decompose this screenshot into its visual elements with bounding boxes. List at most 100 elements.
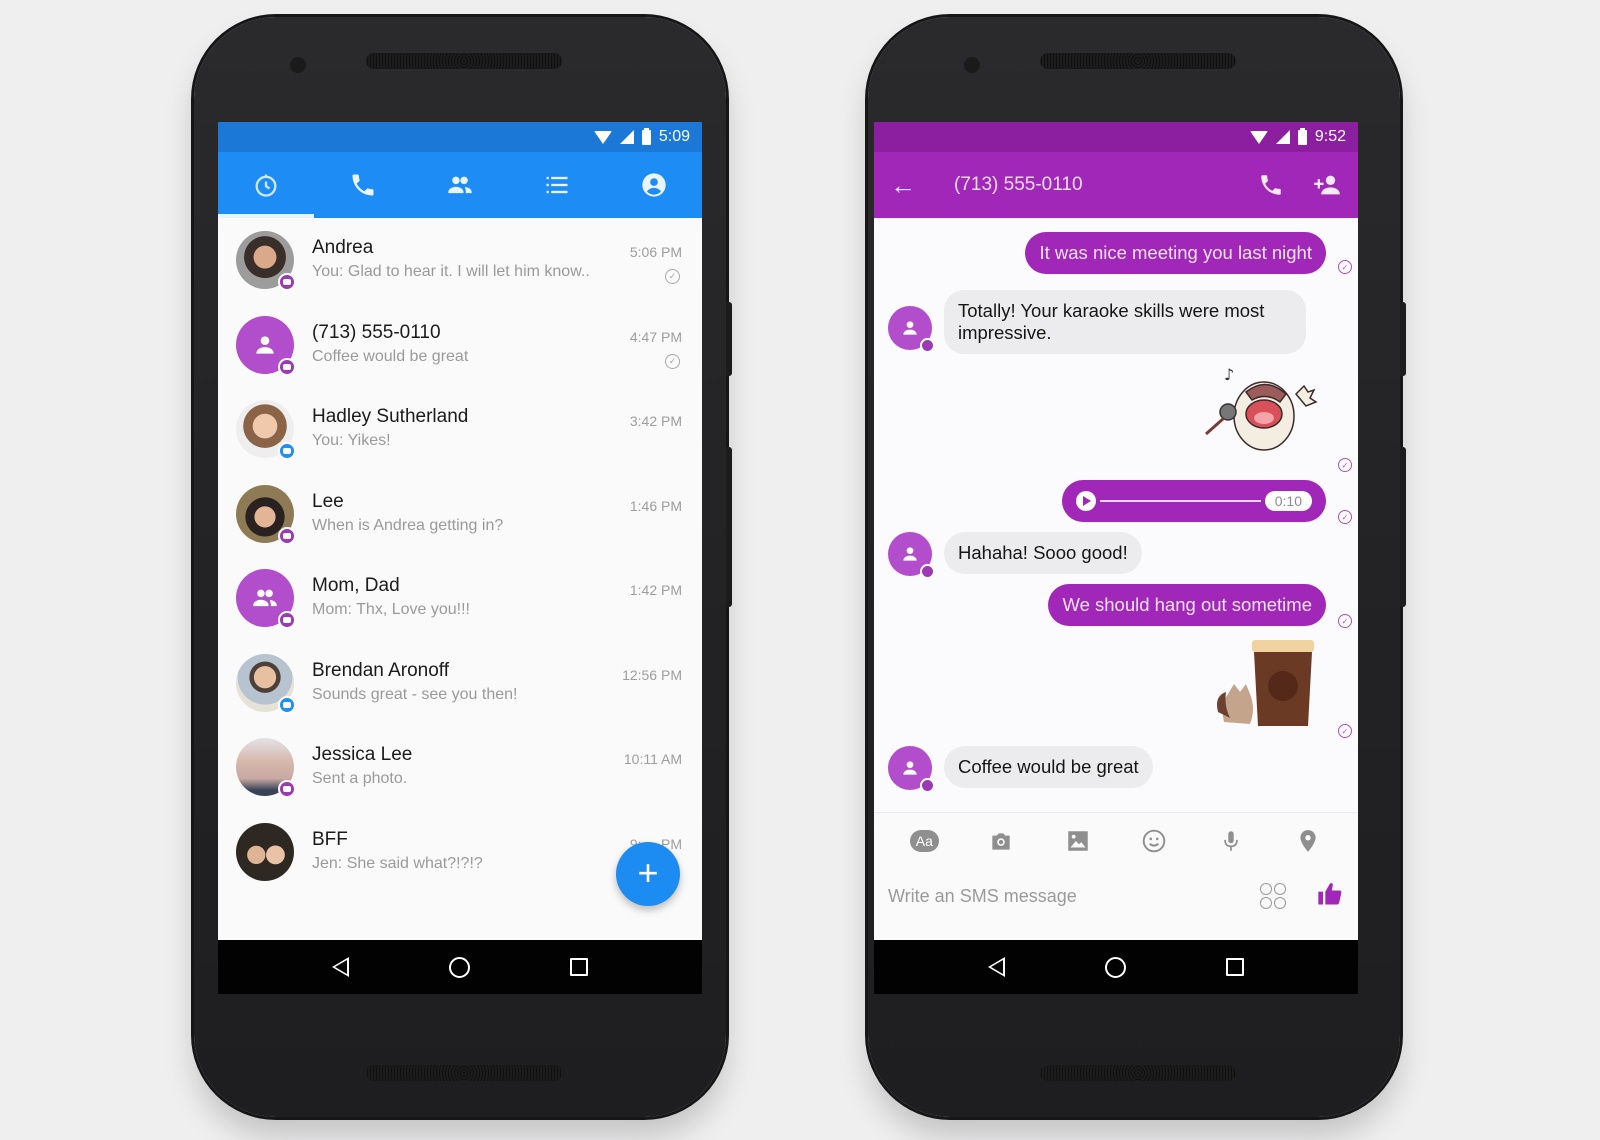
conversation-time: 1:46 PM — [629, 497, 682, 514]
wifi-icon — [1249, 130, 1268, 144]
sms-message-input[interactable] — [888, 885, 1260, 907]
read-receipt-icon: ✓ — [1338, 260, 1352, 274]
conversation-time: 1:42 PM — [629, 582, 682, 598]
status-time: 9:52 — [1314, 128, 1346, 145]
incoming-message: Totally! Your karaoke skills were most i… — [944, 290, 1306, 354]
back-nav-icon[interactable] — [332, 957, 349, 977]
read-receipt-icon: ✓ — [1338, 724, 1352, 738]
conversation-time: 5:06 PM — [629, 244, 682, 260]
incoming-message: Coffee would be great — [944, 746, 1153, 788]
gallery-button[interactable] — [1063, 826, 1093, 856]
call-button[interactable] — [1256, 172, 1286, 198]
read-receipt-icon: ✓ — [665, 353, 680, 369]
home-nav-icon[interactable] — [449, 956, 470, 978]
sticker-picker-button[interactable] — [1260, 883, 1290, 909]
wifi-icon — [593, 130, 612, 144]
contact-avatar — [888, 306, 935, 353]
left-screen: 5:09 Andrea You: Glad to hear it. I will… — [218, 122, 702, 994]
phone-icon — [352, 174, 374, 196]
conversation-snippet: When is Andrea getting in? — [312, 516, 504, 534]
conversation-time: 12:56 PM — [622, 666, 682, 683]
contact-avatar — [888, 532, 935, 579]
add-contact-button[interactable] — [1312, 171, 1342, 199]
incoming-message: Hahaha! Sooo good! — [944, 532, 1142, 574]
left-phone-device: 5:09 Andrea You: Glad to hear it. I will… — [194, 17, 732, 1117]
tab-groups[interactable] — [412, 152, 509, 218]
sms-badge-icon — [278, 526, 296, 545]
audio-progress-track[interactable] — [1100, 500, 1261, 502]
battery-icon — [1297, 127, 1307, 145]
tab-recent[interactable] — [218, 152, 315, 218]
person-icon — [256, 336, 274, 354]
signal-icon — [619, 130, 634, 144]
location-button[interactable] — [1293, 826, 1323, 856]
home-nav-icon[interactable] — [1105, 956, 1126, 978]
avatar — [236, 400, 296, 461]
voice-button[interactable] — [1216, 826, 1246, 856]
top-speaker-grille — [366, 53, 562, 69]
outgoing-message: It was nice meeting you last night — [1025, 232, 1326, 274]
singing-dog-sticker[interactable]: ♪ — [1196, 365, 1320, 466]
volume-button — [1400, 447, 1406, 607]
front-camera — [290, 57, 306, 73]
play-button[interactable] — [1076, 491, 1096, 511]
like-button[interactable] — [1316, 880, 1344, 913]
right-phone-device: 9:52 ← (713) 555-0110 It was nice meetin… — [868, 17, 1406, 1117]
avatar — [236, 822, 294, 881]
read-receipt-icon: ✓ — [1338, 510, 1352, 524]
front-camera — [964, 57, 980, 73]
message-thread: It was nice meeting you last night ✓ Tot… — [874, 218, 1358, 812]
svg-text:♪: ♪ — [1224, 366, 1234, 384]
chat-title: (713) 555-0110 — [954, 174, 1083, 195]
android-nav-bar — [218, 940, 702, 994]
sms-badge-icon — [278, 780, 296, 799]
sms-badge-icon — [920, 338, 935, 353]
conversation-snippet: Sent a photo. — [312, 770, 408, 788]
fox-coffee-icon — [1217, 640, 1314, 726]
account-circle-icon — [641, 173, 666, 197]
tab-profile[interactable] — [605, 152, 702, 218]
microphone-icon — [1224, 830, 1238, 851]
conversation-snippet: You: Glad to hear it. I will let him kno… — [312, 263, 590, 281]
avatar — [236, 569, 296, 630]
avatar — [236, 231, 296, 292]
messenger-badge-icon — [278, 442, 296, 461]
new-message-fab-button[interactable]: + — [616, 842, 680, 906]
list-icon — [546, 176, 568, 194]
conversation-snippet: You: Yikes! — [312, 432, 391, 450]
back-nav-icon[interactable] — [988, 957, 1005, 977]
power-button — [726, 302, 732, 376]
top-speaker-grille — [1040, 53, 1236, 69]
sms-badge-icon — [278, 611, 296, 630]
conversation-item[interactable]: Andrea You: Glad to hear it. I will let … — [218, 218, 702, 303]
conversation-time: 3:42 PM — [629, 413, 682, 429]
recents-nav-icon[interactable] — [1226, 958, 1244, 976]
contact-avatar — [888, 746, 935, 793]
status-time: 5:09 — [658, 128, 690, 145]
back-arrow-icon[interactable]: ← — [890, 170, 930, 201]
audio-duration: 0:10 — [1264, 491, 1312, 511]
read-receipt-icon: ✓ — [1338, 614, 1352, 628]
conversation-item[interactable]: Jessica Lee Sent a photo. 10:11 AM — [218, 725, 702, 810]
read-receipt-icon: ✓ — [1338, 458, 1352, 472]
emoji-button[interactable] — [1139, 826, 1169, 856]
thumbs-up-icon — [1318, 882, 1342, 904]
person-icon — [903, 761, 917, 775]
recents-nav-icon[interactable] — [570, 958, 588, 976]
text-format-button[interactable]: Aa — [909, 826, 939, 856]
conversation-item[interactable]: Lee When is Andrea getting in? 1:46 PM — [218, 472, 702, 557]
sticker-icon — [1260, 883, 1272, 895]
conversation-item[interactable]: Mom, Dad Mom: Thx, Love you!!! 1:42 PM — [218, 556, 702, 641]
conversation-time: 10:11 AM — [623, 751, 682, 767]
camera-button[interactable] — [986, 826, 1016, 856]
power-button — [1400, 302, 1406, 376]
fox-coffee-sticker[interactable] — [1216, 634, 1322, 730]
tab-calls[interactable] — [315, 152, 412, 218]
conversation-item[interactable]: (713) 555-0110 Coffee would be great 4:4… — [218, 303, 702, 388]
sms-badge-icon — [920, 564, 935, 579]
conversation-item[interactable]: Brendan Aronoff Sounds great - see you t… — [218, 641, 702, 726]
tab-list[interactable] — [508, 152, 605, 218]
conversation-list: Andrea You: Glad to hear it. I will let … — [218, 218, 702, 894]
camera-icon — [992, 832, 1010, 850]
conversation-item[interactable]: Hadley Sutherland You: Yikes! 3:42 PM — [218, 387, 702, 472]
